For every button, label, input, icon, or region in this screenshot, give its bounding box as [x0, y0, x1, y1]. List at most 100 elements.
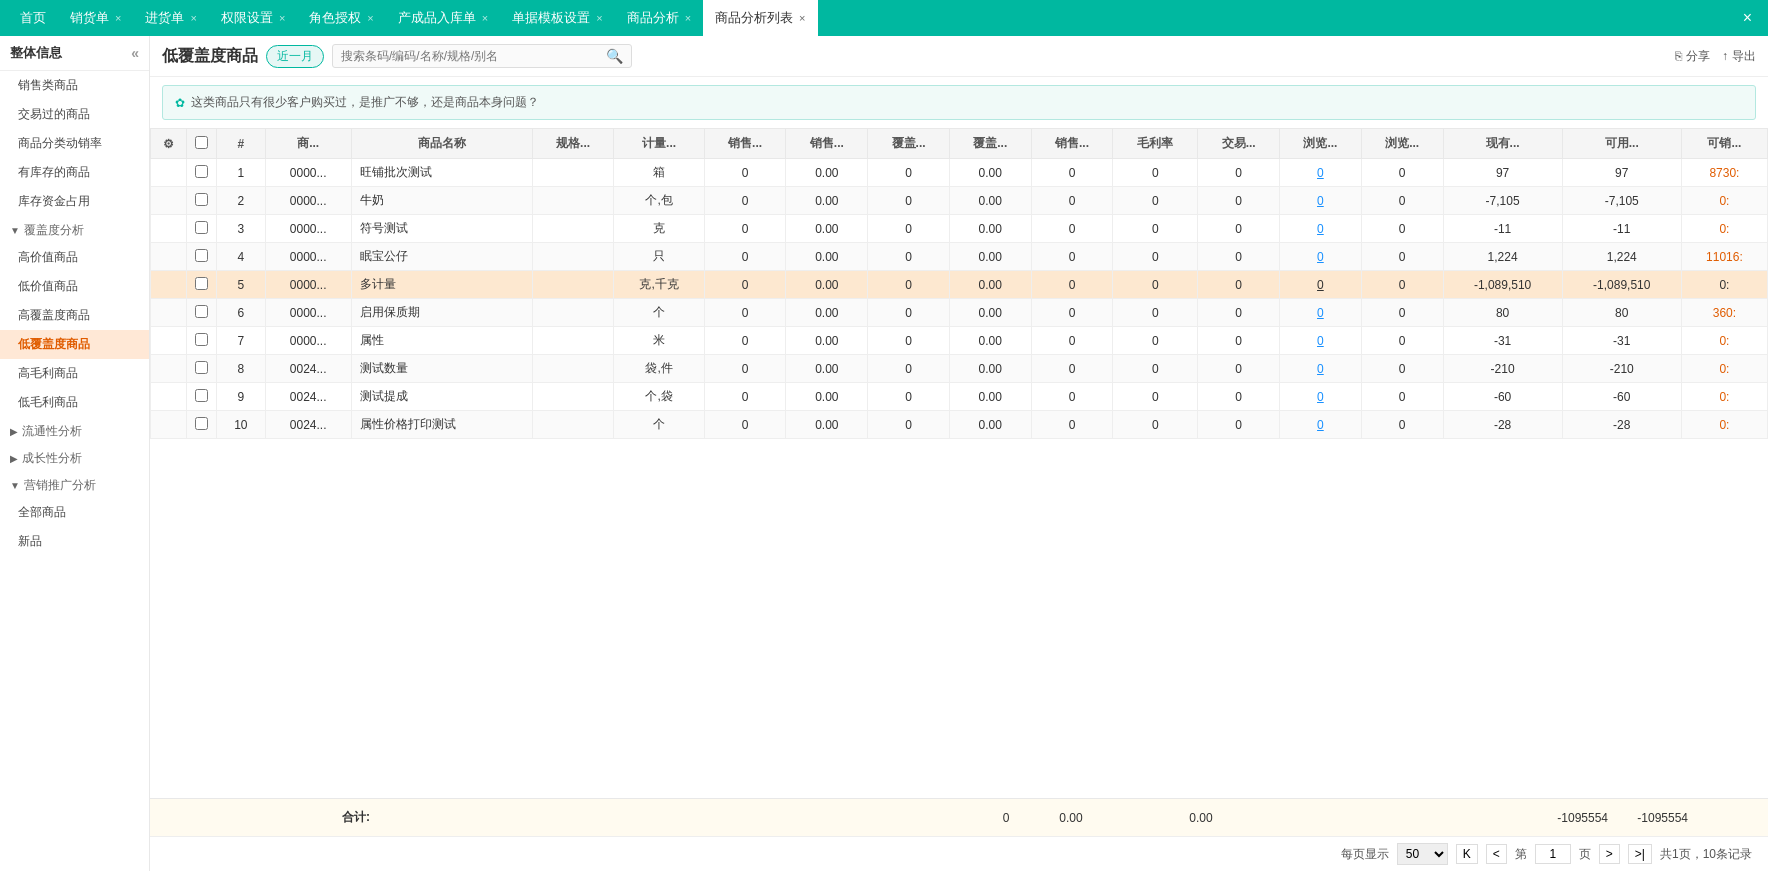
row-checkbox[interactable]	[187, 355, 217, 383]
close-permissions-tab[interactable]: ×	[279, 12, 285, 24]
row-current-stock: -7,105	[1443, 187, 1562, 215]
row-browse1[interactable]: 0	[1280, 243, 1362, 271]
sidebar-item-high-profit[interactable]: 高毛利商品	[0, 359, 149, 388]
page-number-input[interactable]	[1535, 844, 1571, 864]
sidebar-item-high-coverage[interactable]: 高覆盖度商品	[0, 301, 149, 330]
close-product-analysis-tab[interactable]: ×	[685, 12, 691, 24]
row-checkbox[interactable]	[187, 159, 217, 187]
row-select-checkbox[interactable]	[195, 165, 208, 178]
share-button[interactable]: ⎘ 分享	[1675, 48, 1710, 65]
row-checkbox[interactable]	[187, 299, 217, 327]
close-template-tab[interactable]: ×	[596, 12, 602, 24]
nav-tab-product-analysis-list[interactable]: 商品分析列表 ×	[703, 0, 817, 36]
first-page-button[interactable]: K	[1456, 844, 1478, 864]
close-product-analysis-list-tab[interactable]: ×	[799, 12, 805, 24]
row-settings[interactable]	[151, 383, 187, 411]
nav-tab-product-entry[interactable]: 产成品入库单 ×	[386, 0, 500, 36]
row-browse1[interactable]: 0	[1280, 271, 1362, 299]
row-browse1[interactable]: 0	[1280, 411, 1362, 439]
close-purchase-tab[interactable]: ×	[190, 12, 196, 24]
row-settings[interactable]	[151, 187, 187, 215]
row-checkbox[interactable]	[187, 215, 217, 243]
row-settings[interactable]	[151, 327, 187, 355]
row-sales-amt: 0.00	[786, 215, 868, 243]
sidebar-item-stock-occupation[interactable]: 库存资金占用	[0, 187, 149, 216]
current-page-label: 第	[1515, 846, 1527, 863]
sidebar-item-new-goods[interactable]: 新品	[0, 527, 149, 556]
row-select-checkbox[interactable]	[195, 221, 208, 234]
sidebar-section-growth[interactable]: ▶ 成长性分析	[0, 444, 149, 471]
sidebar-item-all-goods[interactable]: 全部商品	[0, 498, 149, 527]
column-settings[interactable]: ⚙	[151, 129, 187, 159]
next-page-button[interactable]: >	[1599, 844, 1620, 864]
row-browse1[interactable]: 0	[1280, 299, 1362, 327]
row-settings[interactable]	[151, 355, 187, 383]
search-input[interactable]	[341, 49, 602, 63]
close-product-entry-tab[interactable]: ×	[482, 12, 488, 24]
sidebar-item-in-stock[interactable]: 有库存的商品	[0, 158, 149, 187]
row-browse1[interactable]: 0	[1280, 327, 1362, 355]
row-select-checkbox[interactable]	[195, 277, 208, 290]
row-select-checkbox[interactable]	[195, 417, 208, 430]
row-browse2: 0	[1361, 271, 1443, 299]
sidebar-section-coverage[interactable]: ▼ 覆盖度分析	[0, 216, 149, 243]
row-select-checkbox[interactable]	[195, 361, 208, 374]
nav-tab-role-auth[interactable]: 角色授权 ×	[297, 0, 385, 36]
sidebar-collapse-button[interactable]: «	[131, 45, 139, 61]
row-browse1[interactable]: 0	[1280, 215, 1362, 243]
prev-page-button[interactable]: <	[1486, 844, 1507, 864]
close-role-auth-tab[interactable]: ×	[367, 12, 373, 24]
row-select-checkbox[interactable]	[195, 333, 208, 346]
sidebar-item-goods-move[interactable]: 商品分类动销率	[0, 129, 149, 158]
page-size-select[interactable]: 50 20 100 200	[1397, 843, 1448, 865]
close-sales-tab[interactable]: ×	[115, 12, 121, 24]
table-row: 7 0000... 属性 米 0 0.00 0 0.00 0 0 0 0 0 -…	[151, 327, 1768, 355]
nav-tab-template[interactable]: 单据模板设置 ×	[500, 0, 614, 36]
filter-recent-month-button[interactable]: 近一月	[266, 45, 324, 68]
last-page-button[interactable]: >|	[1628, 844, 1652, 864]
row-settings[interactable]	[151, 299, 187, 327]
sidebar-item-sales-goods[interactable]: 销售类商品	[0, 71, 149, 100]
nav-tab-permissions[interactable]: 权限设置 ×	[209, 0, 297, 36]
row-browse1[interactable]: 0	[1280, 159, 1362, 187]
row-transaction: 0	[1198, 159, 1280, 187]
search-icon[interactable]: 🔍	[606, 48, 623, 64]
row-select-checkbox[interactable]	[195, 305, 208, 318]
row-browse1[interactable]: 0	[1280, 383, 1362, 411]
sidebar-item-traded-goods[interactable]: 交易过的商品	[0, 100, 149, 129]
sidebar-section-promotion[interactable]: ▼ 营销推广分析	[0, 471, 149, 498]
row-select-checkbox[interactable]	[195, 249, 208, 262]
sidebar-section-flow[interactable]: ▶ 流通性分析	[0, 417, 149, 444]
nav-tab-sales[interactable]: 销货单 ×	[58, 0, 133, 36]
row-select-checkbox[interactable]	[195, 389, 208, 402]
row-settings[interactable]	[151, 159, 187, 187]
row-sellable: 0:	[1681, 271, 1767, 299]
nav-tab-home[interactable]: 首页	[8, 0, 58, 36]
row-transaction: 0	[1198, 299, 1280, 327]
nav-tab-purchase[interactable]: 进货单 ×	[133, 0, 208, 36]
sidebar-item-low-profit[interactable]: 低毛利商品	[0, 388, 149, 417]
row-settings[interactable]	[151, 215, 187, 243]
row-settings[interactable]	[151, 411, 187, 439]
row-checkbox[interactable]	[187, 327, 217, 355]
sidebar-item-low-value[interactable]: 低价值商品	[0, 272, 149, 301]
totals-sales-amt: 0.00	[1036, 805, 1106, 830]
column-checkbox[interactable]	[187, 129, 217, 159]
sidebar-item-low-coverage[interactable]: 低覆盖度商品	[0, 330, 149, 359]
window-close-button[interactable]: ×	[1735, 9, 1760, 27]
row-settings[interactable]	[151, 243, 187, 271]
row-select-checkbox[interactable]	[195, 193, 208, 206]
row-browse1[interactable]: 0	[1280, 355, 1362, 383]
row-checkbox[interactable]	[187, 383, 217, 411]
select-all-checkbox[interactable]	[195, 136, 208, 149]
row-checkbox[interactable]	[187, 271, 217, 299]
export-button[interactable]: ↑ 导出	[1722, 48, 1756, 65]
row-browse1[interactable]: 0	[1280, 187, 1362, 215]
nav-tab-product-analysis[interactable]: 商品分析 ×	[615, 0, 703, 36]
row-checkbox[interactable]	[187, 187, 217, 215]
row-checkbox[interactable]	[187, 243, 217, 271]
sidebar-item-high-value[interactable]: 高价值商品	[0, 243, 149, 272]
row-settings[interactable]	[151, 271, 187, 299]
column-gross-margin: 毛利率	[1113, 129, 1198, 159]
row-checkbox[interactable]	[187, 411, 217, 439]
